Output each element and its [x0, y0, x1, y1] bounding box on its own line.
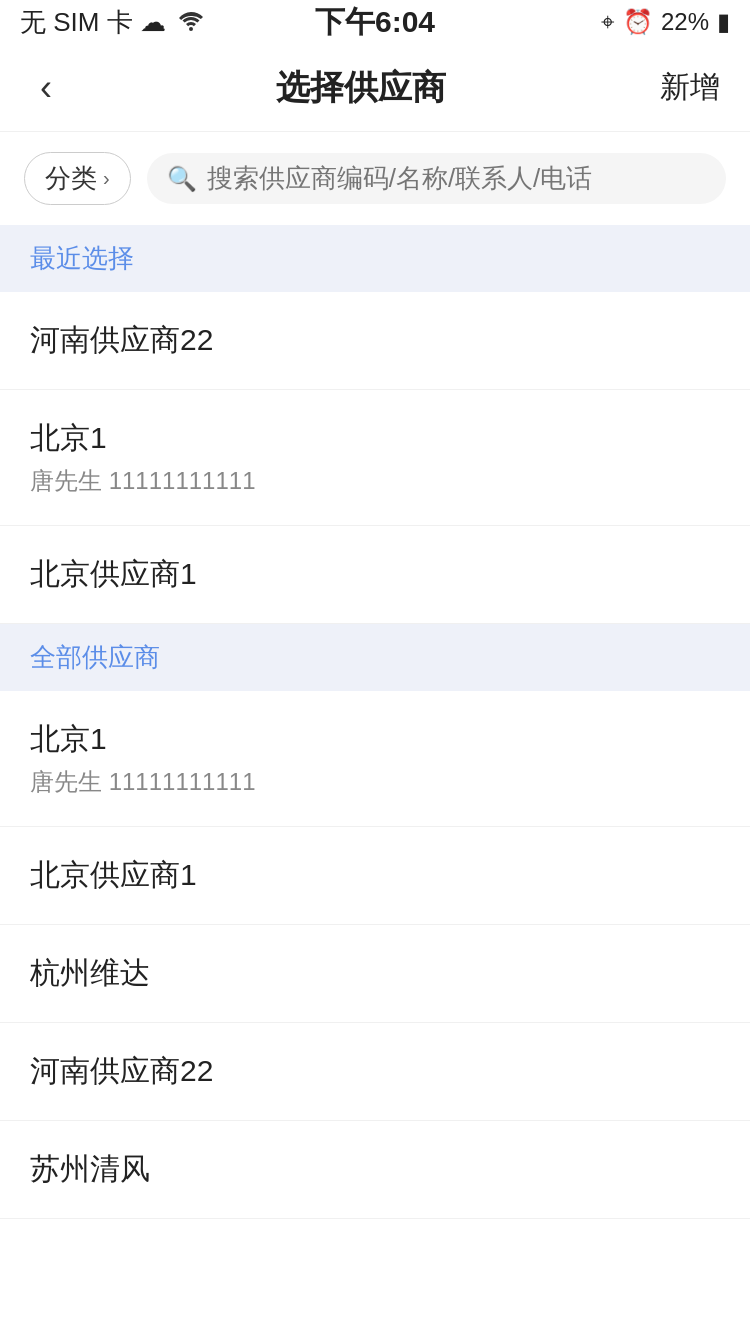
item-name: 北京1 [30, 719, 720, 760]
recent-section-label: 最近选择 [30, 243, 134, 273]
item-name: 北京供应商1 [30, 855, 720, 896]
all-list: 北京1 唐先生 11111111111 北京供应商1 杭州维达河南供应商22 苏州清风 [0, 691, 750, 1219]
item-name: 北京1 [30, 418, 720, 459]
all-section-label: 全部供应商 [30, 642, 160, 672]
status-bar: 无 SIM 卡 ☁ 下午6:04 ⌖ ⏰ 22% ▮ [0, 0, 750, 44]
chevron-right-icon: › [103, 167, 110, 190]
alarm-icon: ⏰ [623, 8, 653, 36]
all-list-item[interactable]: 杭州维达 [0, 925, 750, 1023]
all-section-header: 全部供应商 [0, 624, 750, 691]
recent-list: 河南供应商22 北京1 唐先生 11111111111 北京供应商1 [0, 292, 750, 624]
search-icon: 🔍 [167, 165, 197, 193]
recent-list-item[interactable]: 河南供应商22 [0, 292, 750, 390]
nav-bar: ‹ 选择供应商 新增 [0, 44, 750, 132]
status-right: ⌖ ⏰ 22% ▮ [601, 8, 730, 36]
add-button[interactable]: 新增 [660, 67, 720, 108]
page-title: 选择供应商 [276, 65, 446, 111]
battery-icon: ▮ [717, 8, 730, 36]
wifi-icon [176, 7, 206, 38]
item-name: 杭州维达 [30, 953, 720, 994]
item-name: 北京供应商1 [30, 554, 720, 595]
battery-label: 22% [661, 8, 709, 36]
recent-section-header: 最近选择 [0, 225, 750, 292]
recent-list-item[interactable]: 北京供应商1 [0, 526, 750, 624]
item-name: 苏州清风 [30, 1149, 720, 1190]
all-list-item[interactable]: 北京1 唐先生 11111111111 [0, 691, 750, 827]
search-box: 🔍 [147, 153, 726, 204]
all-list-item[interactable]: 北京供应商1 [0, 827, 750, 925]
status-time: 下午6:04 [315, 2, 435, 43]
item-name: 河南供应商22 [30, 1051, 720, 1092]
item-sub: 唐先生 11111111111 [30, 766, 720, 798]
search-input[interactable] [207, 163, 706, 194]
filter-bar: 分类 › 🔍 [0, 132, 750, 225]
category-button[interactable]: 分类 › [24, 152, 131, 205]
location-icon: ⌖ [601, 8, 615, 36]
back-button[interactable]: ‹ [30, 57, 62, 119]
item-sub: 唐先生 11111111111 [30, 465, 720, 497]
all-list-item[interactable]: 河南供应商22 [0, 1023, 750, 1121]
category-label: 分类 [45, 161, 97, 196]
status-left: 无 SIM 卡 ☁ [20, 5, 206, 40]
item-name: 河南供应商22 [30, 320, 720, 361]
recent-list-item[interactable]: 北京1 唐先生 11111111111 [0, 390, 750, 526]
all-list-item[interactable]: 苏州清风 [0, 1121, 750, 1219]
sim-label: 无 SIM 卡 ☁ [20, 5, 166, 40]
